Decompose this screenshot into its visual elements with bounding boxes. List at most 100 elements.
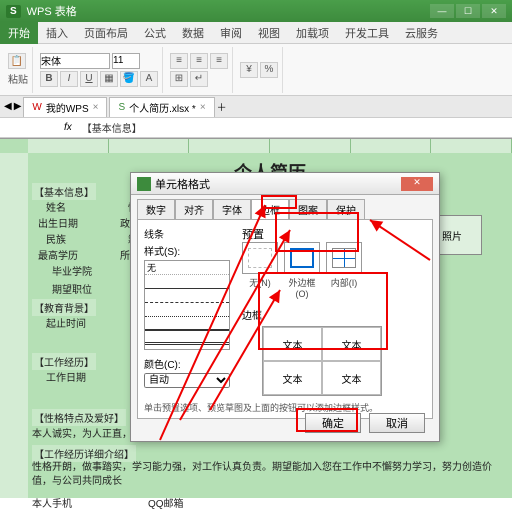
cell-format-dialog: 单元格格式 ✕ 数字 对齐 字体 边框 图案 保护 线条 样式(S): 无 颜色… (130, 172, 440, 442)
col-header[interactable] (28, 139, 109, 153)
col-header[interactable] (270, 139, 351, 153)
fx-icon[interactable]: fx (60, 122, 76, 133)
menu-review[interactable]: 审阅 (212, 22, 250, 44)
paste-label: 粘贴 (8, 71, 28, 86)
menu-dev[interactable]: 开发工具 (337, 22, 397, 44)
size-select[interactable] (112, 53, 140, 69)
nav-back-icon[interactable]: ◀ (4, 101, 12, 112)
ok-button[interactable]: 确定 (305, 413, 361, 433)
style-item[interactable] (145, 303, 229, 317)
paste-icon[interactable]: 📋 (8, 53, 26, 69)
menu-cloud[interactable]: 云服务 (397, 22, 446, 44)
dialog-titlebar[interactable]: 单元格格式 ✕ (131, 173, 439, 195)
minimize-button[interactable]: — (430, 4, 454, 18)
tab-border[interactable]: 边框 (251, 199, 289, 219)
file-tab-resume[interactable]: S 个人简历.xlsx * × (109, 97, 214, 117)
preset-inner-button[interactable] (326, 242, 362, 274)
number-group: ¥% (236, 47, 283, 93)
font-color-button[interactable]: A (140, 71, 158, 87)
align-right-icon[interactable]: ≡ (210, 53, 228, 69)
section-trait: 【性格特点及爱好】 (32, 409, 126, 426)
section-edu: 【教育背景】 (32, 299, 96, 316)
col-header[interactable] (351, 139, 432, 153)
preset-none-label: 无(N) (242, 276, 278, 299)
window-controls: — ☐ ✕ (430, 4, 506, 18)
close-button[interactable]: ✕ (482, 4, 506, 18)
maximize-button[interactable]: ☐ (456, 4, 480, 18)
color-select[interactable]: 自动 (144, 373, 230, 388)
tab-font[interactable]: 字体 (213, 199, 251, 219)
file-tab-wps[interactable]: W 我的WPS × (23, 97, 107, 117)
color-section: 颜色(C): 自动 (144, 356, 234, 388)
title-bar: S WPS 表格 — ☐ ✕ (0, 0, 512, 22)
currency-icon[interactable]: ¥ (240, 62, 258, 78)
tab-align[interactable]: 对齐 (175, 199, 213, 219)
preview-cell: 文本 (322, 327, 381, 361)
style-label: 样式(S): (144, 243, 234, 258)
border-button[interactable]: ▦ (100, 71, 118, 87)
col-header[interactable] (109, 139, 190, 153)
tab-pattern[interactable]: 图案 (289, 199, 327, 219)
font-select[interactable] (40, 53, 110, 69)
formula-content[interactable]: 【基本信息】 (76, 120, 148, 135)
app-logo: S (6, 5, 21, 18)
menu-start[interactable]: 开始 (0, 22, 38, 44)
menu-bar: 开始 插入 页面布局 公式 数据 审阅 视图 加载项 开发工具 云服务 (0, 22, 512, 44)
preview-cell: 文本 (322, 361, 381, 395)
cancel-button[interactable]: 取消 (369, 413, 425, 433)
section-detail: 【工作经历详细介绍】 (32, 445, 136, 462)
ribbon: 📋 粘贴 B I U ▦ 🪣 A ≡ ≡ ≡ ⊞ ↵ ¥% (0, 44, 512, 96)
percent-icon[interactable]: % (260, 62, 278, 78)
align-center-icon[interactable]: ≡ (190, 53, 208, 69)
style-item[interactable] (145, 317, 229, 331)
dialog-close-button[interactable]: ✕ (401, 177, 433, 191)
close-tab-icon[interactable]: × (200, 102, 206, 113)
tab-protect[interactable]: 保护 (327, 199, 365, 219)
file-tab-label: 个人简历.xlsx * (129, 100, 196, 115)
style-item[interactable] (145, 331, 229, 345)
section-basic: 【基本信息】 (32, 183, 96, 200)
close-tab-icon[interactable]: × (93, 102, 99, 113)
label-workdate: 工作日期 (46, 369, 86, 384)
style-none[interactable]: 无 (145, 261, 229, 275)
label-birth: 出生日期 (38, 215, 78, 230)
col-header[interactable] (189, 139, 270, 153)
underline-button[interactable]: U (80, 71, 98, 87)
col-header[interactable] (431, 139, 512, 153)
label-name: 姓名 (46, 199, 66, 214)
color-label: 颜色(C): (144, 356, 234, 371)
style-item[interactable] (145, 275, 229, 289)
add-tab-icon[interactable]: ＋ (217, 99, 227, 114)
menu-addin[interactable]: 加载项 (288, 22, 337, 44)
border-preview[interactable]: 文本 文本 文本 文本 (262, 326, 382, 396)
menu-data[interactable]: 数据 (174, 22, 212, 44)
tab-number[interactable]: 数字 (137, 199, 175, 219)
line-style-list[interactable]: 无 (144, 260, 230, 350)
fill-button[interactable]: 🪣 (120, 71, 138, 87)
preview-cell: 文本 (263, 361, 322, 395)
merge-button[interactable]: ⊞ (170, 71, 188, 87)
line-label: 线条 (144, 226, 234, 241)
dialog-title: 单元格格式 (155, 176, 210, 192)
label-job: 期望职位 (52, 281, 92, 296)
dialog-buttons: 确定 取消 (305, 413, 425, 433)
bold-button[interactable]: B (40, 71, 58, 87)
menu-insert[interactable]: 插入 (38, 22, 76, 44)
font-group: B I U ▦ 🪣 A (36, 47, 163, 93)
style-item[interactable] (145, 289, 229, 303)
preset-section: 预置 无(N) 外边框(O) 内部(I) 边框 文本 文本 文本 文本 (242, 226, 426, 396)
dialog-body: 线条 样式(S): 无 颜色(C): 自动 预置 (137, 219, 433, 419)
preset-outer-label: 外边框(O) (284, 276, 320, 299)
label-ethnic: 民族 (46, 231, 66, 246)
formula-bar: fx 【基本信息】 (0, 118, 512, 138)
align-left-icon[interactable]: ≡ (170, 53, 188, 69)
nav-fwd-icon[interactable]: ▶ (14, 101, 22, 112)
preset-none-button[interactable] (242, 242, 278, 274)
label-phone: 本人手机 (32, 495, 72, 510)
menu-formula[interactable]: 公式 (136, 22, 174, 44)
italic-button[interactable]: I (60, 71, 78, 87)
preset-outer-button[interactable] (284, 242, 320, 274)
wrap-button[interactable]: ↵ (190, 71, 208, 87)
menu-layout[interactable]: 页面布局 (76, 22, 136, 44)
menu-view[interactable]: 视图 (250, 22, 288, 44)
